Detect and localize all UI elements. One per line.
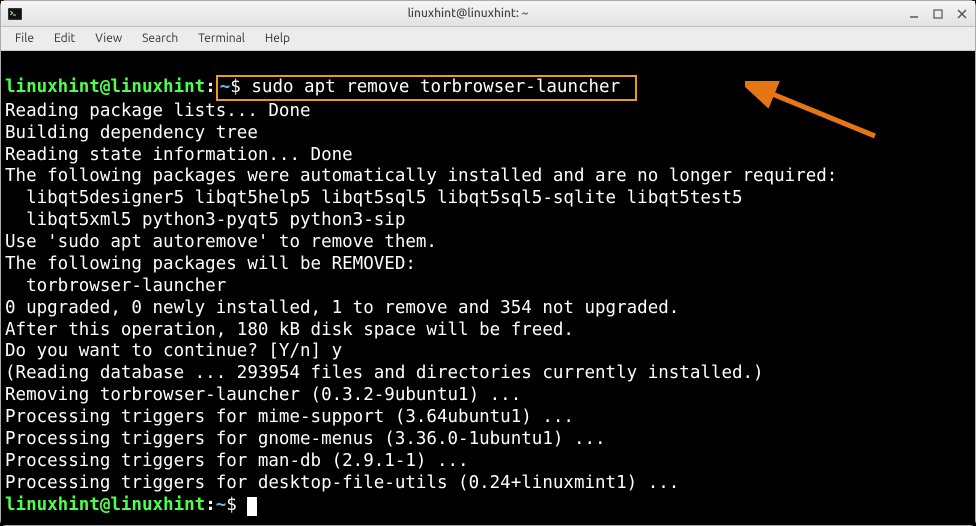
terminal-icon	[7, 6, 23, 22]
menubar: File Edit View Search Terminal Help	[1, 27, 975, 51]
titlebar[interactable]: linuxhint@linuxhint: ~	[1, 1, 975, 27]
output-line: The following packages were automaticall…	[5, 166, 837, 186]
prompt-symbol: $	[230, 77, 241, 97]
prompt-colon-2: :	[205, 495, 216, 515]
menu-help[interactable]: Help	[255, 30, 300, 47]
output-line: 0 upgraded, 0 newly installed, 1 to remo…	[5, 298, 679, 318]
menu-file[interactable]: File	[5, 30, 44, 47]
cursor	[247, 497, 257, 516]
output-line: Do you want to continue? [Y/n] y	[5, 341, 342, 361]
output-line: Building dependency tree	[5, 123, 258, 143]
output-line: Reading state information... Done	[5, 145, 353, 165]
prompt-symbol-2: $	[226, 495, 237, 515]
output-line: Use 'sudo apt autoremove' to remove them…	[5, 232, 437, 252]
menu-edit[interactable]: Edit	[44, 30, 85, 47]
output-line: libqt5designer5 libqt5help5 libqt5sql5 l…	[5, 188, 743, 208]
output-line: Processing triggers for desktop-file-uti…	[5, 473, 679, 493]
output-line: Removing torbrowser-launcher (0.3.2-9ubu…	[5, 385, 521, 405]
prompt-user: linuxhint@linuxhint	[5, 77, 205, 97]
prompt-colon: :	[205, 77, 216, 97]
output-line: Reading package lists... Done	[5, 101, 311, 121]
output-line: Processing triggers for man-db (2.9.1-1)…	[5, 451, 469, 471]
terminal-window: linuxhint@linuxhint: ~ File Edit View Se…	[0, 0, 976, 526]
menu-view[interactable]: View	[85, 30, 132, 47]
menu-terminal[interactable]: Terminal	[188, 30, 255, 47]
output-line: The following packages will be REMOVED:	[5, 254, 416, 274]
maximize-button[interactable]	[931, 7, 945, 21]
arrow-annotation	[745, 81, 885, 151]
menu-search[interactable]: Search	[132, 30, 188, 47]
output-line: Processing triggers for mime-support (3.…	[5, 407, 574, 427]
minimize-button[interactable]	[907, 7, 921, 21]
terminal-area[interactable]: linuxhint@linuxhint:~$ sudo apt remove t…	[1, 51, 975, 525]
output-line: (Reading database ... 293954 files and d…	[5, 363, 764, 383]
close-button[interactable]	[955, 7, 969, 21]
command-text: sudo apt remove torbrowser-launcher	[251, 77, 620, 97]
output-line: libqt5xml5 python3-pyqt5 python3-sip	[5, 210, 405, 230]
command-highlight: ~$ sudo apt remove torbrowser-launcher	[216, 75, 637, 101]
output-line: After this operation, 180 kB disk space …	[5, 320, 574, 340]
prompt-user-2: linuxhint@linuxhint	[5, 495, 205, 515]
window-title: linuxhint@linuxhint: ~	[29, 7, 907, 20]
prompt-path: ~	[220, 77, 231, 97]
window-controls	[907, 7, 969, 21]
prompt-path-2: ~	[216, 495, 227, 515]
output-line: Processing triggers for gnome-menus (3.3…	[5, 429, 606, 449]
output-line: torbrowser-launcher	[5, 276, 226, 296]
